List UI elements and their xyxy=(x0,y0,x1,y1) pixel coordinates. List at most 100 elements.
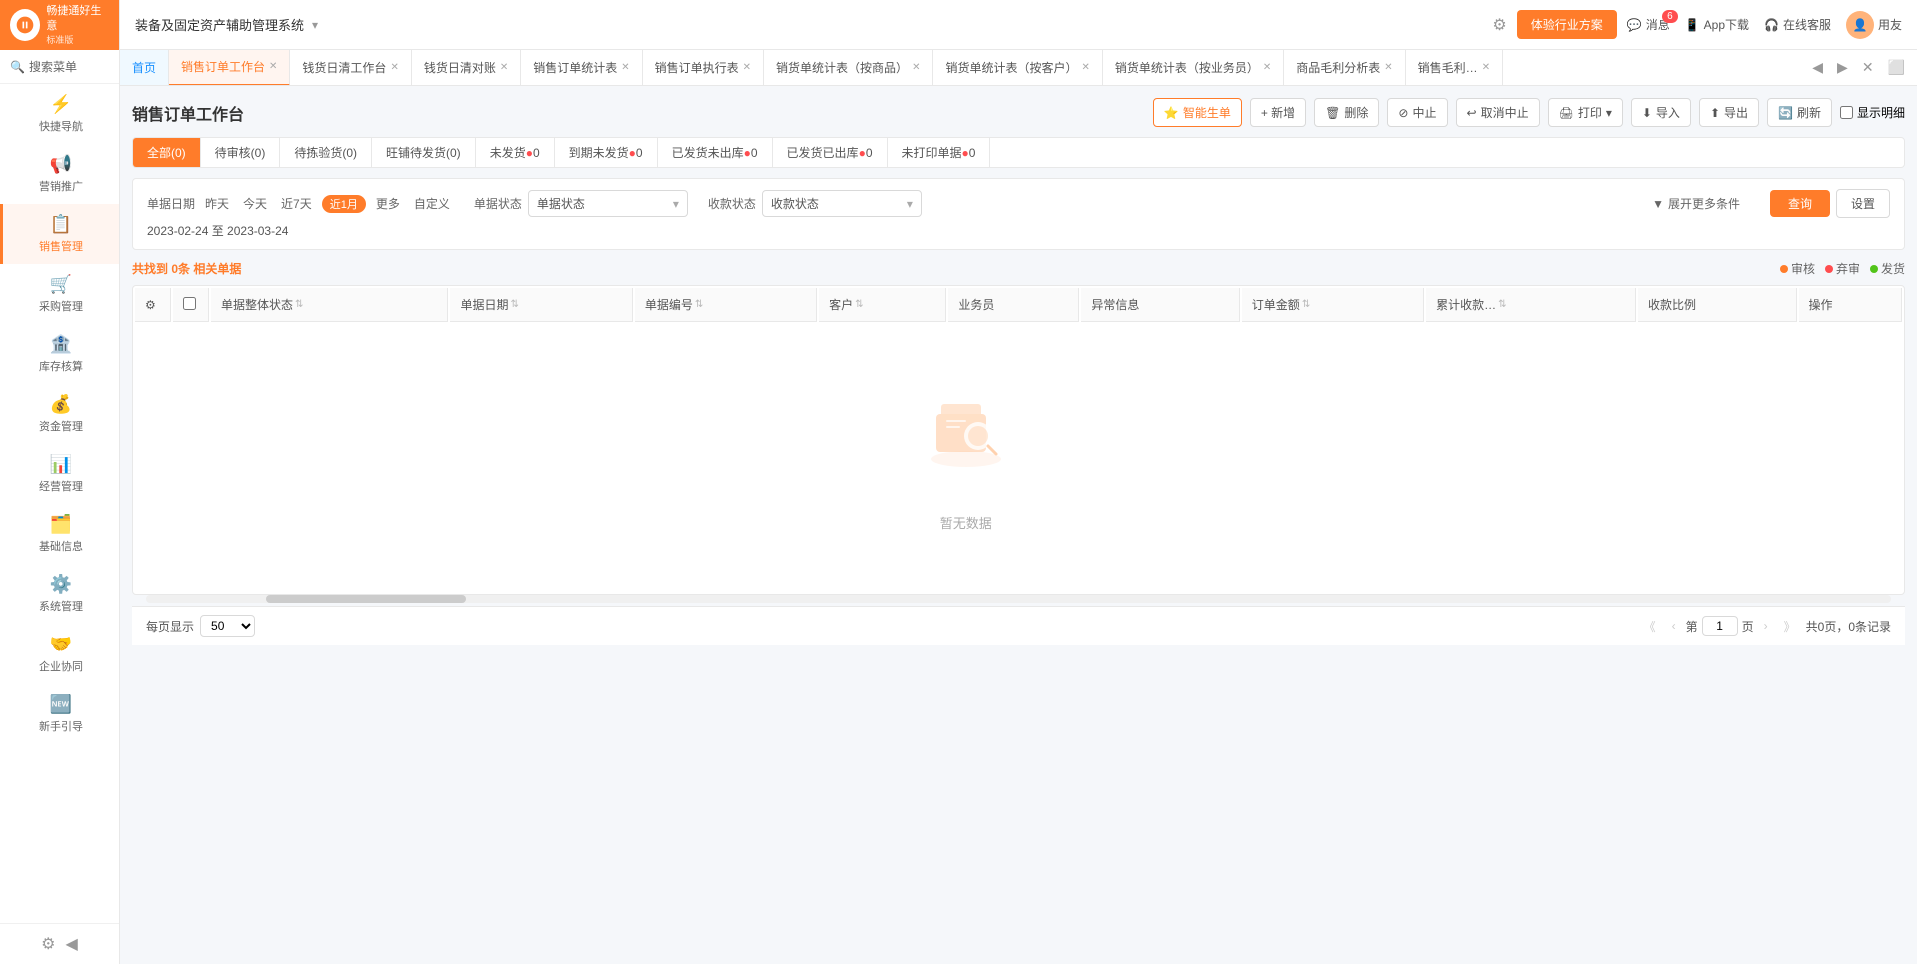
import-button[interactable]: ⬇ 导入 xyxy=(1631,98,1691,127)
set-button[interactable]: 设置 xyxy=(1836,189,1890,218)
tab-sales-stats-product[interactable]: 销货单统计表（按商品） ✕ xyxy=(764,50,933,86)
smart-create-button[interactable]: ⭐ 智能生单 xyxy=(1153,98,1242,127)
settings-bottom-icon[interactable]: ⚙ xyxy=(41,934,55,954)
sidebar-search[interactable]: 🔍 搜索菜单 xyxy=(0,50,119,84)
sub-tab-wangpu[interactable]: 旺铺待发货(0) xyxy=(372,138,476,167)
tab-sales-margin[interactable]: 销售毛利… ✕ xyxy=(1406,50,1503,86)
tab-close-icon[interactable]: ✕ xyxy=(1081,62,1089,73)
delete-button[interactable]: 🗑 删除 xyxy=(1314,98,1379,127)
page-size-select[interactable]: 50 10 20 100 xyxy=(200,615,255,637)
tab-sales-stats-customer[interactable]: 销货单统计表（按客户） ✕ xyxy=(933,50,1102,86)
collapse-icon[interactable]: ◀ xyxy=(66,934,78,954)
sub-tab-shipped-not-out[interactable]: 已发货未出库●0 xyxy=(658,138,773,167)
print-button[interactable]: 🖨 打印 ▾ xyxy=(1548,98,1623,127)
expand-label: 展开更多条件 xyxy=(1668,195,1740,212)
basic-icon: 🗂️ xyxy=(50,514,72,535)
th-checkbox[interactable] xyxy=(173,288,209,322)
topbar-settings-icon[interactable]: ⚙ xyxy=(1492,15,1506,35)
page-number-input[interactable] xyxy=(1702,616,1738,636)
sub-tab-all[interactable]: 全部(0) xyxy=(133,138,201,167)
th-sort-date[interactable]: 单据日期 ⇅ xyxy=(460,296,621,313)
sub-tab-pending-inspection[interactable]: 待拣验货(0) xyxy=(280,138,372,167)
th-sort-amount[interactable]: 订单金额 ⇅ xyxy=(1252,296,1413,313)
sub-tab-overdue-not-shipped[interactable]: 到期未发货●0 xyxy=(555,138,658,167)
tab-close-icon[interactable]: ✕ xyxy=(1384,62,1392,73)
review-action[interactable]: 审核 xyxy=(1780,260,1815,277)
next-page-button[interactable]: › xyxy=(1758,617,1774,635)
sidebar-item-guide[interactable]: 🆕 新手引导 xyxy=(0,684,119,744)
tab-sales-order-stats[interactable]: 销售订单统计表 ✕ xyxy=(521,50,642,86)
sub-tab-not-printed[interactable]: 未打印单据●0 xyxy=(888,138,991,167)
ship-action[interactable]: 发货 xyxy=(1870,260,1905,277)
th-sort-number[interactable]: 单据编号 ⇅ xyxy=(645,296,806,313)
tab-close-icon[interactable]: ✕ xyxy=(1263,62,1271,73)
export-button[interactable]: ⬆ 导出 xyxy=(1699,98,1759,127)
tab-daily-clear[interactable]: 钱货日清工作台 ✕ xyxy=(290,50,411,86)
prev-page-button[interactable]: ‹ xyxy=(1666,617,1682,635)
app-download-action[interactable]: 📱 App下载 xyxy=(1685,16,1749,33)
expand-more-conditions[interactable]: ▼ 展开更多条件 xyxy=(1652,195,1740,212)
tab-home[interactable]: 首页 xyxy=(120,50,169,86)
tab-sales-stats-salesman[interactable]: 销货单统计表（按业务员） ✕ xyxy=(1103,50,1284,86)
user-action[interactable]: 👤 用友 xyxy=(1846,11,1902,39)
sidebar-item-cooperation[interactable]: 🤝 企业协同 xyxy=(0,624,119,684)
date-option-yesterday[interactable]: 昨天 xyxy=(201,193,233,214)
tab-close-icon[interactable]: ✕ xyxy=(912,62,920,73)
sub-tab-pending-review[interactable]: 待审核(0) xyxy=(201,138,281,167)
first-page-button[interactable]: 《 xyxy=(1638,616,1662,637)
abandon-review-action[interactable]: 弃审 xyxy=(1825,260,1860,277)
date-option-7days[interactable]: 近7天 xyxy=(277,193,316,214)
new-button[interactable]: + 新增 xyxy=(1250,98,1306,127)
show-detail-checkbox[interactable] xyxy=(1840,106,1853,119)
online-service-action[interactable]: 🎧 在线客服 xyxy=(1764,16,1831,33)
select-all-checkbox[interactable] xyxy=(183,297,196,310)
refresh-button[interactable]: 🔄 刷新 xyxy=(1767,98,1832,127)
tab-close-icon[interactable]: ✕ xyxy=(500,62,508,73)
tab-scroll-right-icon[interactable]: ▶ xyxy=(1833,57,1852,78)
horizontal-scrollbar[interactable] xyxy=(146,595,1891,603)
date-option-today[interactable]: 今天 xyxy=(239,193,271,214)
sidebar-item-basic[interactable]: 🗂️ 基础信息 xyxy=(0,504,119,564)
date-option-more[interactable]: 更多 xyxy=(372,193,404,214)
message-action[interactable]: 💬 消息 6 xyxy=(1627,16,1670,33)
sidebar-item-finance[interactable]: 💰 资金管理 xyxy=(0,384,119,444)
sidebar-item-system[interactable]: ⚙️ 系统管理 xyxy=(0,564,119,624)
date-option-custom[interactable]: 自定义 xyxy=(410,193,454,214)
cancel-stop-button[interactable]: ↩ 取消中止 xyxy=(1456,98,1540,127)
query-button[interactable]: 查询 xyxy=(1770,190,1830,217)
sidebar-item-inventory[interactable]: 🏦 库存核算 xyxy=(0,324,119,384)
sidebar-item-purchase[interactable]: 🛒 采购管理 xyxy=(0,264,119,324)
sort-icon: ⇅ xyxy=(695,299,703,310)
tab-close-icon[interactable]: ✕ xyxy=(621,62,629,73)
tab-sales-order-exec[interactable]: 销售订单执行表 ✕ xyxy=(643,50,764,86)
tab-expand-icon[interactable]: ⬜ xyxy=(1884,57,1909,78)
th-gear[interactable]: ⚙ xyxy=(135,288,171,322)
last-page-button[interactable]: 》 xyxy=(1778,616,1802,637)
th-sort-cumulative[interactable]: 累计收款… ⇅ xyxy=(1436,296,1625,313)
tab-margin-analysis[interactable]: 商品毛利分析表 ✕ xyxy=(1284,50,1405,86)
tab-close-icon[interactable]: ✕ xyxy=(1482,62,1490,73)
sub-tab-not-shipped[interactable]: 未发货●0 xyxy=(476,138,555,167)
filter-payment-select[interactable]: 收款状态 ▾ xyxy=(762,190,922,217)
tab-close-icon[interactable]: ✕ xyxy=(743,62,751,73)
th-sort-customer[interactable]: 客户 ⇅ xyxy=(829,296,935,313)
filter-status-select[interactable]: 单据状态 ▾ xyxy=(528,190,688,217)
sidebar-item-quicknav[interactable]: ⚡ 快捷导航 xyxy=(0,84,119,144)
show-detail-checkbox-area[interactable]: 显示明细 xyxy=(1840,104,1905,121)
tab-scroll-left-icon[interactable]: ◀ xyxy=(1808,57,1827,78)
tab-close-icon[interactable]: ✕ xyxy=(390,62,398,73)
stop-button[interactable]: ⊘ 中止 xyxy=(1387,98,1447,127)
tab-reconciliation[interactable]: 钱货日清对账 ✕ xyxy=(412,50,521,86)
tab-close-icon[interactable]: ✕ xyxy=(269,61,277,72)
tab-sales-order-workbench[interactable]: 销售订单工作台 ✕ xyxy=(169,50,290,86)
sidebar-item-marketing[interactable]: 📢 营销推广 xyxy=(0,144,119,204)
date-option-1month[interactable]: 近1月 xyxy=(322,195,366,213)
scroll-thumb[interactable] xyxy=(266,595,466,603)
th-sort-status[interactable]: 单据整体状态 ⇅ xyxy=(221,296,437,313)
industry-solution-button[interactable]: 体验行业方案 xyxy=(1517,10,1617,39)
tab-close-all-icon[interactable]: ✕ xyxy=(1858,57,1878,78)
sidebar-item-sales[interactable]: 📋 销售管理 xyxy=(0,204,119,264)
cancel-stop-label: 取消中止 xyxy=(1481,104,1529,121)
sidebar-item-operations[interactable]: 📊 经营管理 xyxy=(0,444,119,504)
sub-tab-shipped-out[interactable]: 已发货已出库●0 xyxy=(773,138,888,167)
